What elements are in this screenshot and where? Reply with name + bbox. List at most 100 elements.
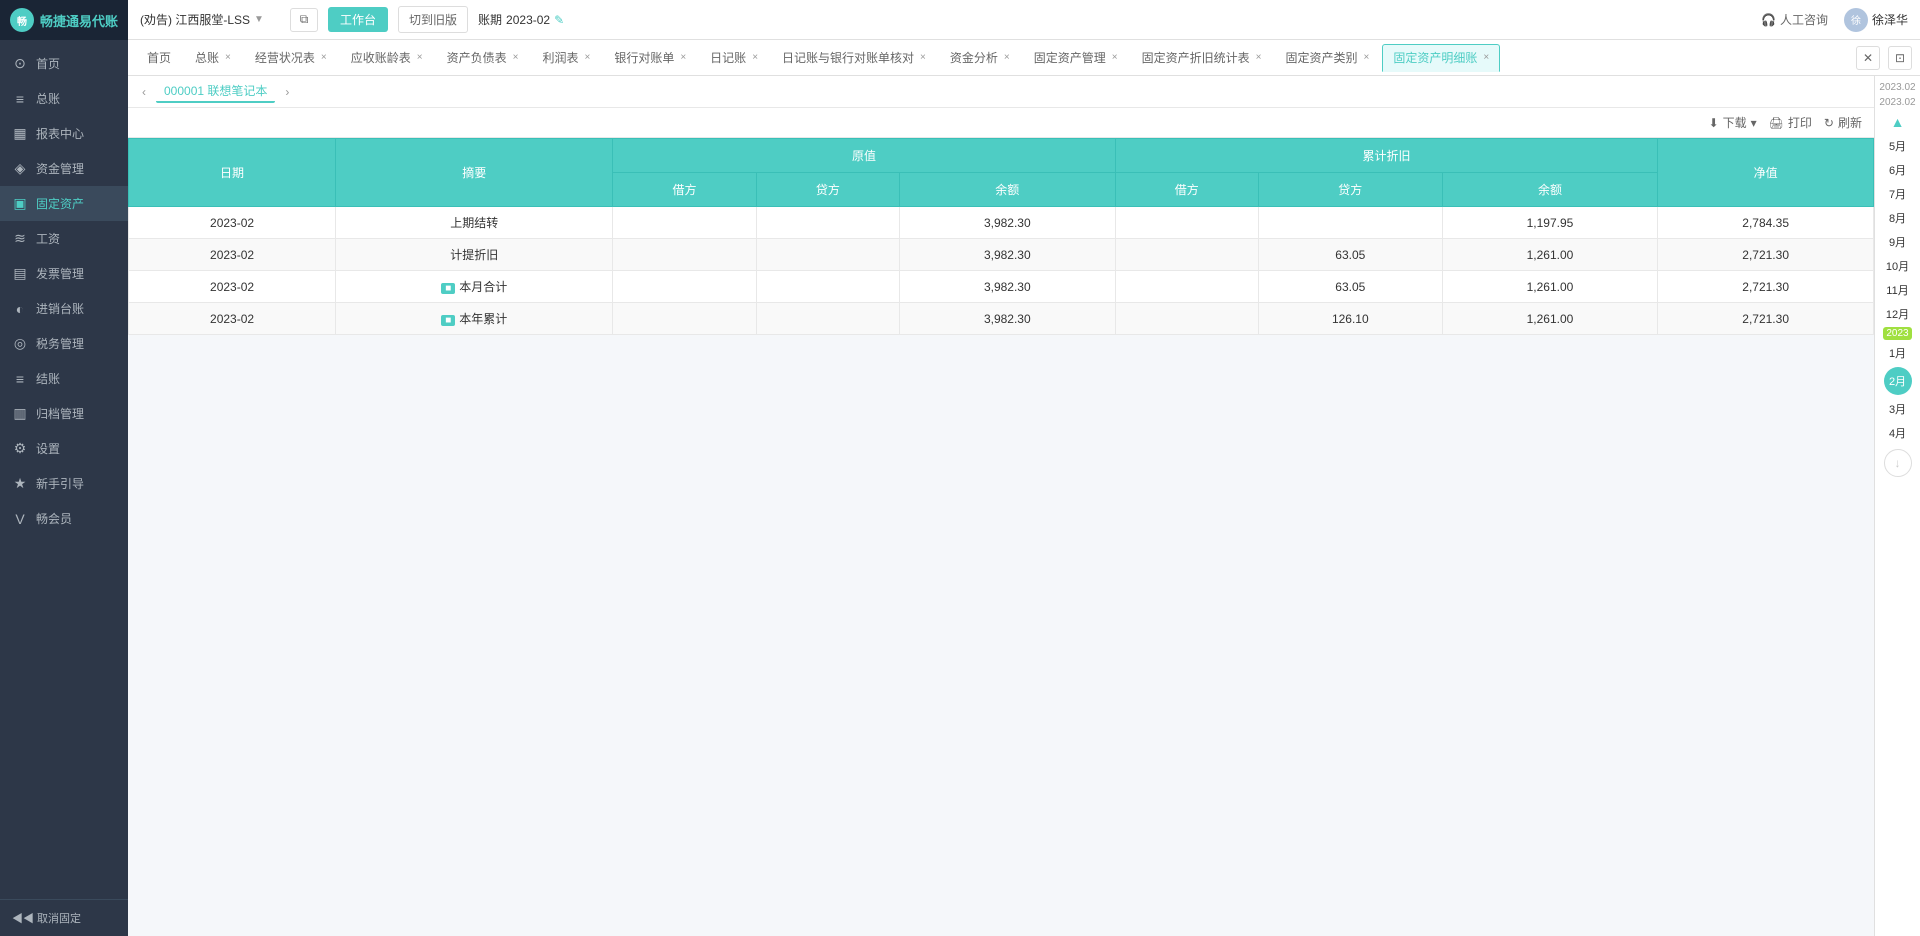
tab-journalbank[interactable]: 日记账与银行对账单核对 × bbox=[771, 44, 937, 72]
sidebar-item-label: 结账 bbox=[36, 370, 60, 387]
download-button[interactable]: ⬇ 下载 ▾ bbox=[1709, 114, 1757, 131]
sidebar-item-fund[interactable]: ◈ 资金管理 bbox=[0, 151, 128, 186]
cell-net-value: 2,721.30 bbox=[1658, 303, 1874, 335]
timeline-up-arrow[interactable]: ▲ bbox=[1887, 110, 1909, 134]
service-button[interactable]: 🎧 人工咨询 bbox=[1761, 11, 1828, 28]
sub-nav-item-asset[interactable]: 000001 联想笔记本 bbox=[156, 80, 275, 103]
period-edit-icon[interactable]: ✎ bbox=[554, 13, 564, 27]
sidebar-item-vip[interactable]: V 畅会员 bbox=[0, 501, 128, 536]
tab-close-icon[interactable]: × bbox=[1004, 52, 1010, 63]
sidebar-item-label: 工资 bbox=[36, 230, 60, 247]
sidebar-item-general[interactable]: ≡ 总账 bbox=[0, 81, 128, 116]
timeline-month-4[interactable]: 4月 bbox=[1880, 422, 1916, 444]
cell-dep-debit bbox=[1115, 207, 1258, 239]
sidebar-item-guide[interactable]: ★ 新手引导 bbox=[0, 466, 128, 501]
tab-profit[interactable]: 利润表 × bbox=[531, 44, 601, 72]
cell-date: 2023-02 bbox=[129, 239, 336, 271]
old-version-button[interactable]: 切到旧版 bbox=[398, 6, 468, 33]
general-icon: ≡ bbox=[12, 91, 28, 107]
company-name: (劝告) 江西服堂-LSS bbox=[140, 11, 250, 28]
sidebar-item-invoice[interactable]: ▤ 发票管理 bbox=[0, 256, 128, 291]
sidebar-item-label: 发票管理 bbox=[36, 265, 84, 282]
sidebar-item-archive[interactable]: ▥ 归档管理 bbox=[0, 396, 128, 431]
cell-orig-debit bbox=[613, 303, 756, 335]
timeline-down-arrow[interactable]: ↓ bbox=[1884, 449, 1912, 477]
print-button[interactable]: 🖨 打印 bbox=[1769, 114, 1812, 131]
timeline-month-10[interactable]: 10月 bbox=[1880, 255, 1916, 277]
sidebar-item-settlement[interactable]: ≡ 结账 bbox=[0, 361, 128, 396]
download-label: 下载 bbox=[1723, 114, 1747, 131]
page-inner: ‹ 000001 联想笔记本 › ⬇ 下载 ▾ 🖨 打印 ↻ bbox=[128, 76, 1874, 936]
download-arrow: ▾ bbox=[1751, 116, 1757, 130]
tab-close-icon[interactable]: × bbox=[513, 52, 519, 63]
tab-close-icon[interactable]: × bbox=[1256, 52, 1262, 63]
sidebar-item-salary[interactable]: ≋ 工资 bbox=[0, 221, 128, 256]
close-all-button[interactable]: ✕ bbox=[1856, 46, 1880, 70]
sidebar-item-label: 进销台账 bbox=[36, 300, 84, 317]
copy-button[interactable]: ⧉ bbox=[290, 8, 318, 32]
tab-journal[interactable]: 日记账 × bbox=[699, 44, 769, 72]
sidebar-item-settings[interactable]: ⚙ 设置 bbox=[0, 431, 128, 466]
vip-icon: V bbox=[12, 511, 28, 527]
tab-home[interactable]: 首页 bbox=[136, 44, 182, 72]
timeline-month-2[interactable]: 2月 bbox=[1884, 367, 1912, 395]
tab-close-icon[interactable]: × bbox=[1363, 52, 1369, 63]
tab-label: 日记账 bbox=[710, 49, 746, 66]
sidebar-item-home[interactable]: ⊙ 首页 bbox=[0, 46, 128, 81]
tab-close-icon[interactable]: × bbox=[321, 52, 327, 63]
logo-icon: 畅 bbox=[10, 8, 34, 32]
tab-bank[interactable]: 银行对账单 × bbox=[603, 44, 697, 72]
timeline-month-6[interactable]: 6月 bbox=[1880, 159, 1916, 181]
timeline-month-5[interactable]: 5月 bbox=[1880, 135, 1916, 157]
maximize-button[interactable]: ⊡ bbox=[1888, 46, 1912, 70]
company-selector[interactable]: (劝告) 江西服堂-LSS ▼ bbox=[140, 11, 280, 28]
cell-net-value: 2,721.30 bbox=[1658, 271, 1874, 303]
content-area: ‹ 000001 联想笔记本 › ⬇ 下载 ▾ 🖨 打印 ↻ bbox=[128, 76, 1920, 936]
tab-receivable[interactable]: 应收账龄表 × bbox=[340, 44, 434, 72]
fixed-icon: ▣ bbox=[12, 195, 28, 212]
row-tag: ■ bbox=[441, 315, 455, 326]
prev-arrow[interactable]: ‹ bbox=[138, 83, 150, 101]
workbench-button[interactable]: 工作台 bbox=[328, 7, 388, 32]
sidebar-item-tax[interactable]: ◎ 税务管理 bbox=[0, 326, 128, 361]
tab-close-icon[interactable]: × bbox=[1112, 52, 1118, 63]
sidebar-pin-toggle[interactable]: ◀◀ 取消固定 bbox=[0, 899, 128, 936]
sidebar-item-label: 报表中心 bbox=[36, 125, 84, 142]
tab-close-icon[interactable]: × bbox=[584, 52, 590, 63]
sidebar: 畅 畅捷通易代账 ⊙ 首页 ≡ 总账 ▦ 报表中心 ◈ 资金管理 ▣ 固定资产 … bbox=[0, 0, 128, 936]
cell-dep-debit bbox=[1115, 303, 1258, 335]
timeline-month-7[interactable]: 7月 bbox=[1880, 183, 1916, 205]
tab-close-icon[interactable]: × bbox=[417, 52, 423, 63]
tab-fixedmgmt[interactable]: 固定资产管理 × bbox=[1023, 44, 1129, 72]
tab-fixeddetail[interactable]: 固定资产明细账 × bbox=[1382, 44, 1500, 72]
tab-fundanalysis[interactable]: 资金分析 × bbox=[939, 44, 1021, 72]
fund-icon: ◈ bbox=[12, 160, 28, 177]
tab-close-icon[interactable]: × bbox=[920, 52, 926, 63]
timeline-month-3[interactable]: 3月 bbox=[1880, 398, 1916, 420]
refresh-button[interactable]: ↻ 刷新 bbox=[1824, 114, 1862, 131]
user-menu[interactable]: 徐 徐泽华 bbox=[1844, 8, 1908, 32]
cell-dep-credit: 63.05 bbox=[1258, 239, 1442, 271]
sidebar-item-sales[interactable]: ◐ 进销台账 bbox=[0, 291, 128, 326]
cell-summary: ■本年累计 bbox=[336, 303, 613, 335]
next-arrow[interactable]: › bbox=[281, 83, 293, 101]
sidebar-item-fixed[interactable]: ▣ 固定资产 bbox=[0, 186, 128, 221]
tab-bizstatus[interactable]: 经营状况表 × bbox=[244, 44, 338, 72]
timeline-month-9[interactable]: 9月 bbox=[1880, 231, 1916, 253]
tab-general[interactable]: 总账 × bbox=[184, 44, 242, 72]
tab-close-icon[interactable]: × bbox=[1483, 52, 1489, 63]
tab-close-icon[interactable]: × bbox=[225, 52, 231, 63]
cell-orig-balance: 3,982.30 bbox=[899, 303, 1115, 335]
th-date: 日期 bbox=[129, 139, 336, 207]
settlement-icon: ≡ bbox=[12, 371, 28, 387]
tab-fixeddep[interactable]: 固定资产折旧统计表 × bbox=[1131, 44, 1273, 72]
timeline-month-8[interactable]: 8月 bbox=[1880, 207, 1916, 229]
tab-fixedcat[interactable]: 固定资产类别 × bbox=[1274, 44, 1380, 72]
tab-close-icon[interactable]: × bbox=[752, 52, 758, 63]
tab-close-icon[interactable]: × bbox=[680, 52, 686, 63]
timeline-month-1[interactable]: 1月 bbox=[1880, 342, 1916, 364]
tab-assets[interactable]: 资产负债表 × bbox=[436, 44, 530, 72]
timeline-month-11[interactable]: 11月 bbox=[1880, 279, 1916, 301]
timeline-month-12[interactable]: 12月 bbox=[1880, 303, 1916, 325]
sidebar-item-reports[interactable]: ▦ 报表中心 bbox=[0, 116, 128, 151]
